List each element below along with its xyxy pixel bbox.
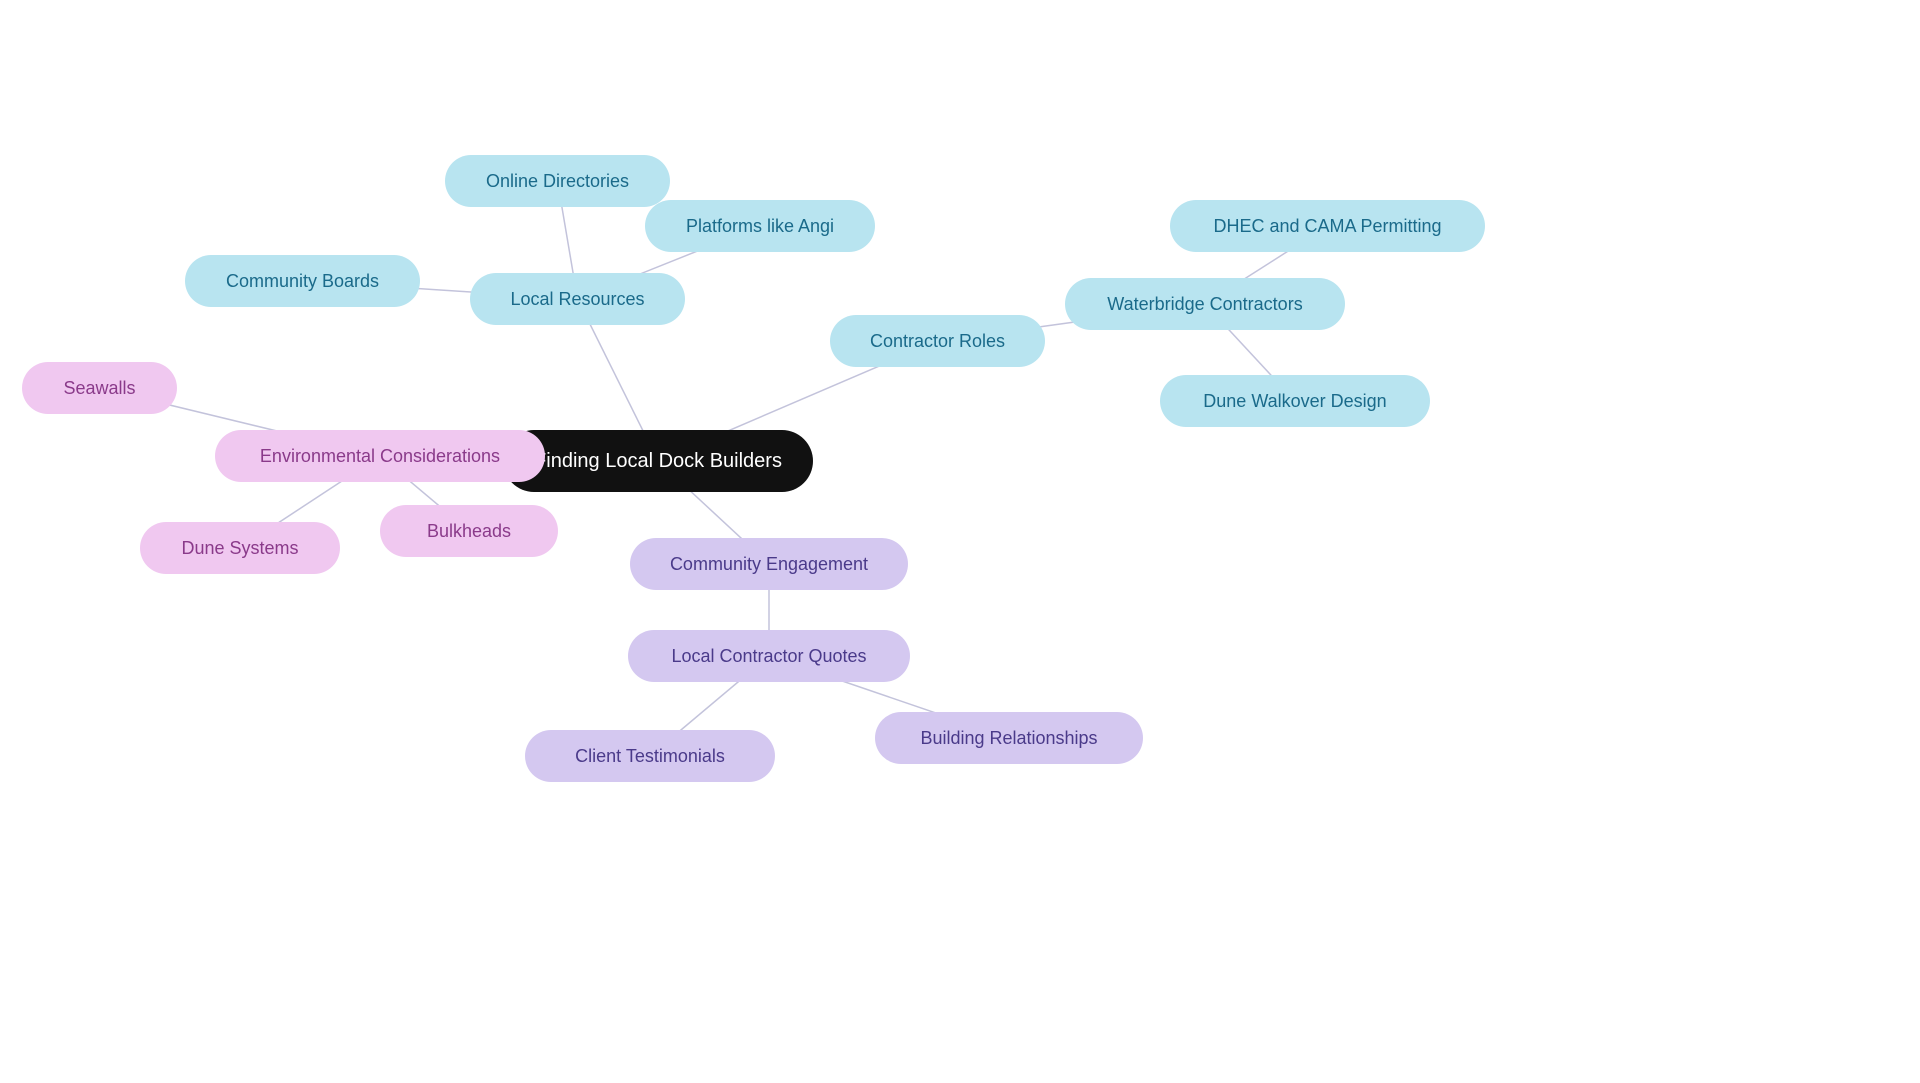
- waterbridge-label: Waterbridge Contractors: [1107, 294, 1302, 315]
- center-label: Finding Local Dock Builders: [534, 450, 782, 473]
- node-dune-walkover[interactable]: Dune Walkover Design: [1160, 375, 1430, 427]
- node-seawalls[interactable]: Seawalls: [22, 362, 177, 414]
- online-directories-label: Online Directories: [486, 171, 629, 192]
- node-bulkheads[interactable]: Bulkheads: [380, 505, 558, 557]
- node-client-testimonials[interactable]: Client Testimonials: [525, 730, 775, 782]
- node-local-resources[interactable]: Local Resources: [470, 273, 685, 325]
- node-building-relationships[interactable]: Building Relationships: [875, 712, 1143, 764]
- building-relationships-label: Building Relationships: [920, 728, 1097, 749]
- node-dune-systems[interactable]: Dune Systems: [140, 522, 340, 574]
- platforms-angi-label: Platforms like Angi: [686, 216, 834, 237]
- node-local-contractor-quotes[interactable]: Local Contractor Quotes: [628, 630, 910, 682]
- node-platforms-angi[interactable]: Platforms like Angi: [645, 200, 875, 252]
- local-resources-label: Local Resources: [510, 289, 644, 310]
- community-engagement-label: Community Engagement: [670, 554, 868, 575]
- local-contractor-quotes-label: Local Contractor Quotes: [671, 646, 866, 667]
- node-online-directories[interactable]: Online Directories: [445, 155, 670, 207]
- node-waterbridge[interactable]: Waterbridge Contractors: [1065, 278, 1345, 330]
- dhec-label: DHEC and CAMA Permitting: [1213, 216, 1441, 237]
- node-environmental[interactable]: Environmental Considerations: [215, 430, 545, 482]
- dune-walkover-label: Dune Walkover Design: [1203, 391, 1386, 412]
- node-community-engagement[interactable]: Community Engagement: [630, 538, 908, 590]
- environmental-label: Environmental Considerations: [260, 446, 500, 467]
- dune-systems-label: Dune Systems: [181, 538, 298, 559]
- seawalls-label: Seawalls: [63, 378, 135, 399]
- node-community-boards[interactable]: Community Boards: [185, 255, 420, 307]
- bulkheads-label: Bulkheads: [427, 521, 511, 542]
- contractor-roles-label: Contractor Roles: [870, 331, 1005, 352]
- node-dhec[interactable]: DHEC and CAMA Permitting: [1170, 200, 1485, 252]
- community-boards-label: Community Boards: [226, 271, 379, 292]
- client-testimonials-label: Client Testimonials: [575, 746, 725, 767]
- node-contractor-roles[interactable]: Contractor Roles: [830, 315, 1045, 367]
- center-node[interactable]: Finding Local Dock Builders: [503, 430, 813, 492]
